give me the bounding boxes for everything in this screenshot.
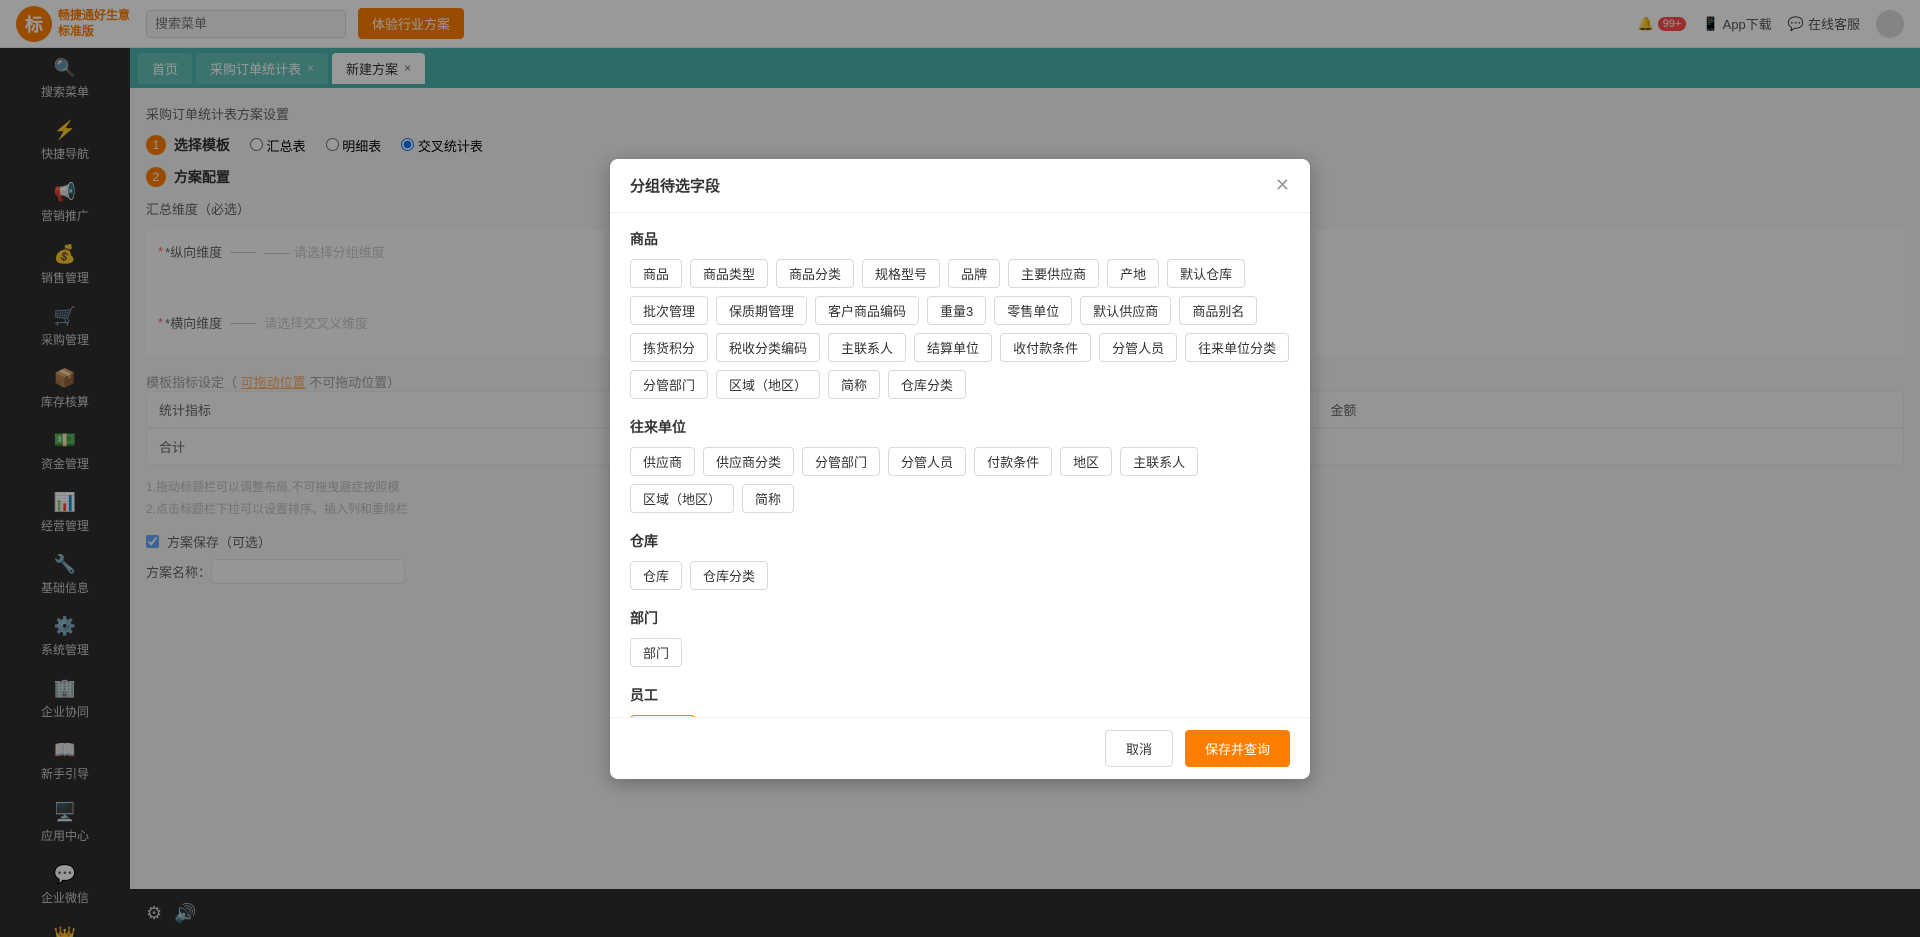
dialog-close-button[interactable]: ✕ — [1275, 175, 1290, 196]
field-tag-weight3[interactable]: 重量3 — [927, 296, 986, 325]
field-tag-supervisor[interactable]: 分管人员 — [1099, 333, 1177, 362]
field-tag-settlement-unit[interactable]: 结算单位 — [914, 333, 992, 362]
warehouse-section: 仓库 仓库 仓库分类 — [630, 531, 1290, 590]
field-tag-goods-type[interactable]: 商品类型 — [690, 259, 768, 288]
employee-section-title: 员工 — [630, 685, 1290, 705]
goods-section-title: 商品 — [630, 229, 1290, 249]
field-tag-goods-alias[interactable]: 商品别名 — [1179, 296, 1257, 325]
field-tag-warehouse-category[interactable]: 仓库分类 — [888, 370, 966, 399]
warehouse-field-tags: 仓库 仓库分类 — [630, 561, 1290, 590]
partner-section-title: 往来单位 — [630, 417, 1290, 437]
field-tag-picking-points[interactable]: 拣货积分 — [630, 333, 708, 362]
field-tag-default-supplier[interactable]: 默认供应商 — [1080, 296, 1171, 325]
dialog-cancel-button[interactable]: 取消 — [1105, 730, 1173, 767]
field-tag-brand[interactable]: 品牌 — [948, 259, 1000, 288]
field-tag-department[interactable]: 部门 — [630, 638, 682, 667]
field-tag-tax-category-code[interactable]: 税收分类编码 — [716, 333, 820, 362]
field-selection-dialog: 分组待选字段 ✕ 商品 商品 商品类型 商品分类 规格型号 品牌 主要供应商 产… — [610, 159, 1310, 779]
goods-field-tags: 商品 商品类型 商品分类 规格型号 品牌 主要供应商 产地 默认仓库 批次管理 … — [630, 259, 1290, 399]
employee-section: 员工 业务员 — [630, 685, 1290, 717]
field-tag-partner-category[interactable]: 往来单位分类 — [1185, 333, 1289, 362]
partner-field-tags: 供应商 供应商分类 分管部门 分管人员 付款条件 地区 主联系人 区域（地区） … — [630, 447, 1290, 513]
field-tag-payment-condition[interactable]: 付款条件 — [974, 447, 1052, 476]
dialog-overlay: 分组待选字段 ✕ 商品 商品 商品类型 商品分类 规格型号 品牌 主要供应商 产… — [0, 0, 1920, 937]
warehouse-section-title: 仓库 — [630, 531, 1290, 551]
field-tag-goods[interactable]: 商品 — [630, 259, 682, 288]
field-tag-partner-supervisor[interactable]: 分管人员 — [888, 447, 966, 476]
field-tag-expiry-mgmt[interactable]: 保质期管理 — [716, 296, 807, 325]
field-tag-area[interactable]: 地区 — [1060, 447, 1112, 476]
field-tag-region[interactable]: 区域（地区） — [716, 370, 820, 399]
field-tag-supplier-category[interactable]: 供应商分类 — [703, 447, 794, 476]
dialog-footer: 取消 保存并查询 — [610, 717, 1310, 779]
dialog-title: 分组待选字段 — [630, 175, 720, 196]
field-tag-warehouse[interactable]: 仓库 — [630, 561, 682, 590]
field-tag-spec-model[interactable]: 规格型号 — [862, 259, 940, 288]
field-tag-batch-mgmt[interactable]: 批次管理 — [630, 296, 708, 325]
field-tag-dept[interactable]: 分管部门 — [630, 370, 708, 399]
field-tag-origin[interactable]: 产地 — [1107, 259, 1159, 288]
dialog-save-button[interactable]: 保存并查询 — [1185, 730, 1290, 767]
dialog-body[interactable]: 商品 商品 商品类型 商品分类 规格型号 品牌 主要供应商 产地 默认仓库 批次… — [610, 213, 1310, 717]
field-tag-retail-unit[interactable]: 零售单位 — [994, 296, 1072, 325]
field-tag-warehouse-cat[interactable]: 仓库分类 — [690, 561, 768, 590]
field-tag-partner-main-contact[interactable]: 主联系人 — [1120, 447, 1198, 476]
goods-section: 商品 商品 商品类型 商品分类 规格型号 品牌 主要供应商 产地 默认仓库 批次… — [630, 229, 1290, 399]
field-tag-customer-goods-code[interactable]: 客户商品编码 — [815, 296, 919, 325]
field-tag-goods-category[interactable]: 商品分类 — [776, 259, 854, 288]
field-tag-partner-dept[interactable]: 分管部门 — [802, 447, 880, 476]
field-tag-abbr[interactable]: 简称 — [828, 370, 880, 399]
dept-section-title: 部门 — [630, 608, 1290, 628]
partner-section: 往来单位 供应商 供应商分类 分管部门 分管人员 付款条件 地区 主联系人 区域… — [630, 417, 1290, 513]
field-tag-supplier[interactable]: 供应商 — [630, 447, 695, 476]
field-tag-payment-terms[interactable]: 收付款条件 — [1000, 333, 1091, 362]
field-tag-partner-abbr[interactable]: 简称 — [742, 484, 794, 513]
field-tag-main-contact[interactable]: 主联系人 — [828, 333, 906, 362]
field-tag-main-supplier[interactable]: 主要供应商 — [1008, 259, 1099, 288]
dialog-header: 分组待选字段 ✕ — [610, 159, 1310, 213]
field-tag-partner-region[interactable]: 区域（地区） — [630, 484, 734, 513]
dept-field-tags: 部门 — [630, 638, 1290, 667]
dept-section: 部门 部门 — [630, 608, 1290, 667]
field-tag-default-warehouse[interactable]: 默认仓库 — [1167, 259, 1245, 288]
